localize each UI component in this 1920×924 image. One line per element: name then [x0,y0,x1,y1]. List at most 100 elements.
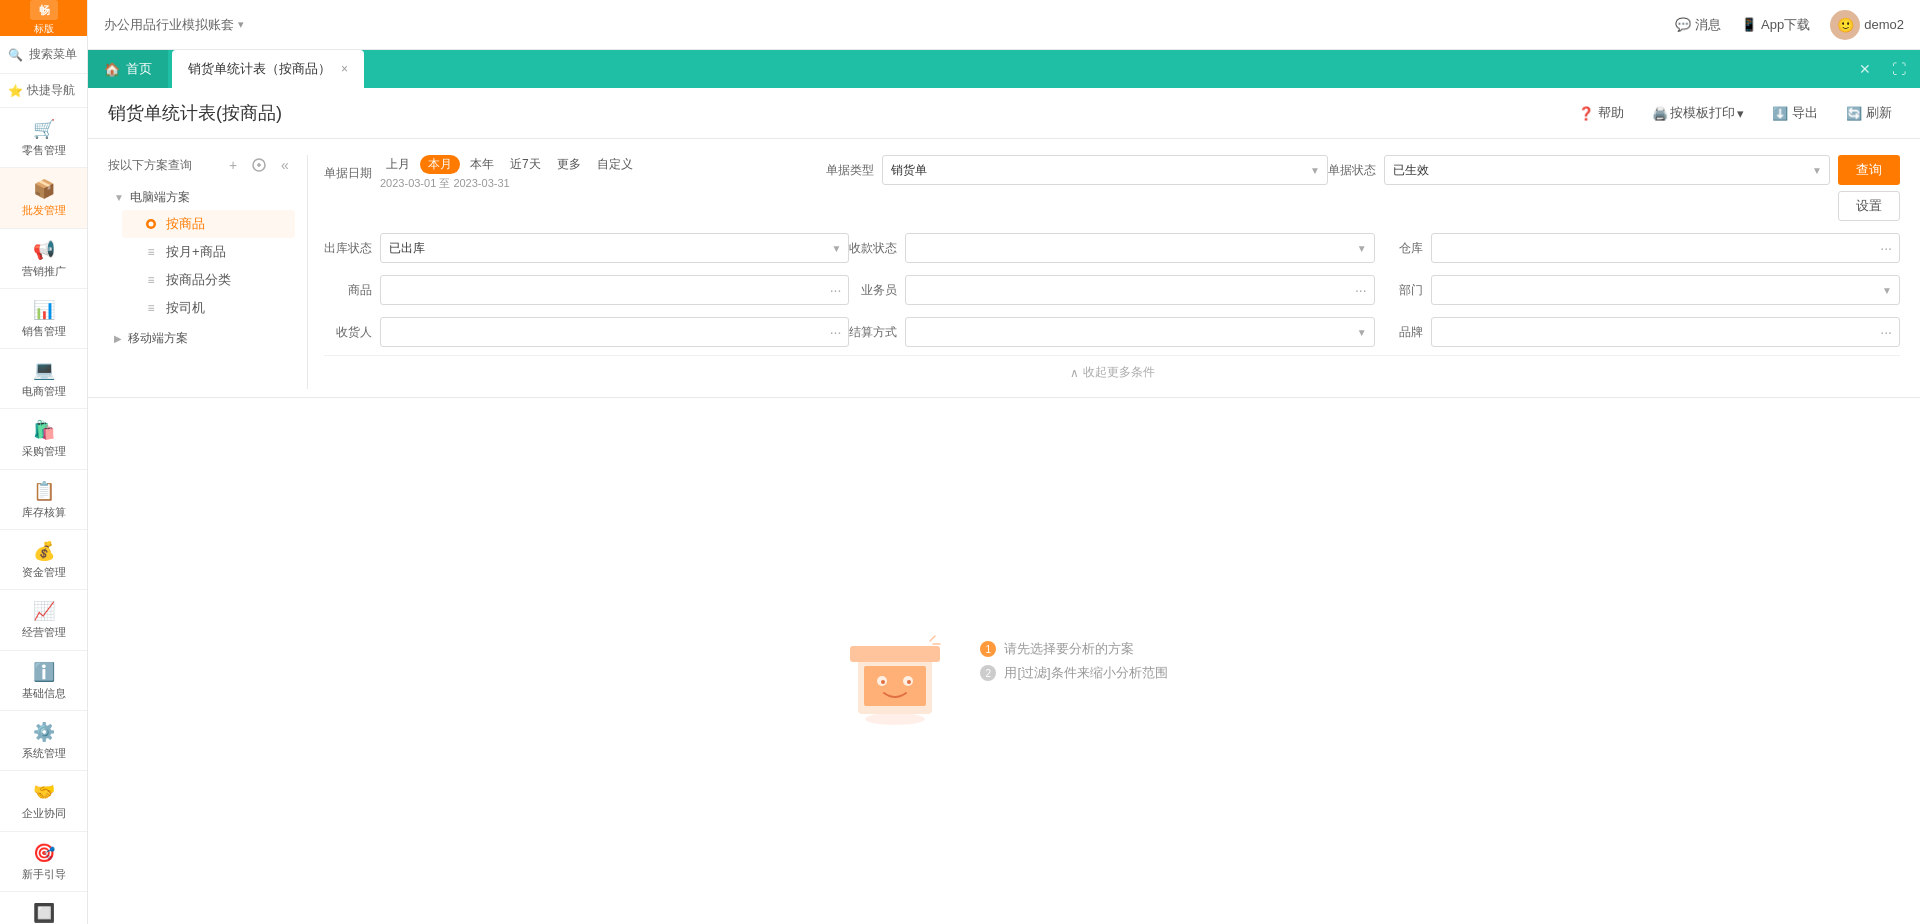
date-quick-btn-2[interactable]: 本年 [464,155,500,174]
sidebar-icon-3: 📊 [33,299,55,321]
tip-num-2: 2 [980,665,996,681]
mobile-group-header[interactable]: ▶ 移动端方案 [108,326,295,351]
workspace-dropdown-icon: ▾ [238,18,244,31]
date-range-display: 2023-03-01 至 2023-03-31 [380,176,826,191]
workspace-title[interactable]: 办公用品行业模拟账套 ▾ [104,16,244,34]
sub-scheme-item-0[interactable]: ≡ 按月+商品 [122,238,295,266]
page-content: 销货单统计表(按商品) ❓ 帮助 🖨️ 按模板打印 ▾ ⬇️ 导出 🔄 刷新 [88,88,1920,924]
sidebar-item-12[interactable]: 🎯 新手引导 [0,832,87,892]
sidebar-item-1[interactable]: 📦 批发管理 [0,168,87,228]
date-quick-btn-3[interactable]: 近7天 [504,155,547,174]
sidebar-icon-8: 📈 [33,600,55,622]
sub-scheme-item-1[interactable]: ≡ 按商品分类 [122,266,295,294]
doc-type-select[interactable]: 销货单 [882,155,1328,185]
collapse-scheme-icon[interactable]: « [275,155,295,175]
mobile-scheme-group: ▶ 移动端方案 [108,326,295,351]
pc-group-header[interactable]: ▼ 电脑端方案 [108,185,295,210]
sidebar-item-6[interactable]: 📋 库存核算 [0,470,87,530]
empty-tip-1: 1 请先选择要分析的方案 [980,640,1134,658]
scheme-item-by-product[interactable]: 按商品 [122,210,295,238]
salesperson-input[interactable] [905,275,1374,305]
message-action[interactable]: 💬 消息 [1675,16,1721,34]
topbar: 办公用品行业模拟账套 ▾ 💬 消息 📱 App下载 🙂 demo2 [88,0,1920,50]
tab-home[interactable]: 🏠 首页 [88,50,168,88]
sidebar-label-12: 新手引导 [22,867,66,881]
app-download-action[interactable]: 📱 App下载 [1741,16,1810,34]
svg-rect-9 [850,646,940,662]
search-icon: 🔍 [8,48,23,62]
sidebar-item-3[interactable]: 📊 销售管理 [0,289,87,349]
out-status-select[interactable]: 已出库 [380,233,849,263]
sidebar-item-2[interactable]: 📢 营销推广 [0,229,87,289]
sidebar-item-10[interactable]: ⚙️ 系统管理 [0,711,87,771]
logo[interactable]: 畅 标版 [0,0,87,36]
sidebar-icon-4: 💻 [33,359,55,381]
out-status-control: 已出库 ▼ [380,233,849,263]
tab-close-icon[interactable]: × [341,62,348,76]
recipient-input[interactable] [380,317,849,347]
collapse-arrow-icon: ∧ [1070,366,1079,380]
sidebar-icon-11: 🤝 [33,781,55,803]
sidebar-icon-2: 📢 [33,239,55,261]
settings-button[interactable]: 设置 [1838,191,1900,221]
date-quick-btn-4[interactable]: 更多 [551,155,587,174]
salesperson-dots[interactable]: ··· [1355,282,1367,298]
maximize-window-icon[interactable]: ⛶ [1886,56,1912,82]
tab-active[interactable]: 销货单统计表（按商品） × [172,50,364,88]
sub-scheme-item-2[interactable]: ≡ 按司机 [122,294,295,322]
sidebar-item-13[interactable]: 🔲 应用中心 [0,892,87,924]
sidebar-icon-0: 🛒 [33,118,55,140]
sidebar-item-5[interactable]: 🛍️ 采购管理 [0,409,87,469]
quick-nav-item[interactable]: ⭐ 快捷导航 [0,74,87,108]
edit-scheme-icon[interactable] [249,155,269,175]
query-button[interactable]: 查询 [1838,155,1900,185]
home-icon: 🏠 [104,62,120,77]
collapse-button[interactable]: ∧ 收起更多条件 [1070,364,1155,381]
user-action[interactable]: 🙂 demo2 [1830,10,1904,40]
scheme-panel: 按以下方案查询 + « ▼ 电脑端方案 [108,155,308,389]
sidebar-item-0[interactable]: 🛒 零售管理 [0,108,87,168]
svg-point-14 [907,680,911,684]
svg-rect-10 [864,666,926,706]
refresh-btn[interactable]: 🔄 刷新 [1838,100,1900,126]
brand-input[interactable] [1431,317,1900,347]
warehouse-input[interactable] [1431,233,1900,263]
date-quick-btn-0[interactable]: 上月 [380,155,416,174]
search-menu-item[interactable]: 🔍 搜索菜单 [0,36,87,74]
sidebar-label-11: 企业协同 [22,806,66,820]
sub-scheme-label-2: 按司机 [166,299,205,317]
sidebar-item-7[interactable]: 💰 资金管理 [0,530,87,590]
dept-select[interactable] [1431,275,1900,305]
receipt-status-select[interactable] [905,233,1374,263]
recipient-dots[interactable]: ··· [830,324,842,340]
warehouse-dots[interactable]: ··· [1880,240,1892,256]
goods-dots[interactable]: ··· [830,282,842,298]
doc-type-label: 单据类型 [826,162,882,179]
sidebar-icon-1: 📦 [33,178,55,200]
date-label: 单据日期 [324,165,380,182]
help-btn[interactable]: ❓ 帮助 [1570,100,1632,126]
refresh-icon: 🔄 [1846,106,1862,121]
sidebar-label-2: 营销推广 [22,264,66,278]
svg-point-7 [865,713,925,725]
sidebar-item-11[interactable]: 🤝 企业协同 [0,771,87,831]
sidebar-icon-10: ⚙️ [33,721,55,743]
goods-input[interactable] [380,275,849,305]
add-scheme-icon[interactable]: + [223,155,243,175]
sidebar-item-9[interactable]: ℹ️ 基础信息 [0,651,87,711]
sidebar-item-4[interactable]: 💻 电商管理 [0,349,87,409]
brand-dots[interactable]: ··· [1880,324,1892,340]
svg-text:畅: 畅 [38,4,49,16]
payment-select[interactable] [905,317,1374,347]
sidebar-item-8[interactable]: 📈 经营管理 [0,590,87,650]
export-btn[interactable]: ⬇️ 导出 [1764,100,1826,126]
date-quick-btn-1[interactable]: 本月 [420,155,460,174]
scheme-panel-header: 按以下方案查询 + « [108,155,295,175]
close-window-icon[interactable]: ✕ [1852,56,1878,82]
date-quick-btn-5[interactable]: 自定义 [591,155,639,174]
doc-status-select[interactable]: 已生效 [1384,155,1830,185]
print-btn[interactable]: 🖨️ 按模板打印 ▾ [1644,100,1752,126]
warehouse-field: 仓库 ··· [1375,233,1900,263]
sidebar-icon-9: ℹ️ [33,661,55,683]
sub-scheme-icon-1: ≡ [142,271,160,289]
